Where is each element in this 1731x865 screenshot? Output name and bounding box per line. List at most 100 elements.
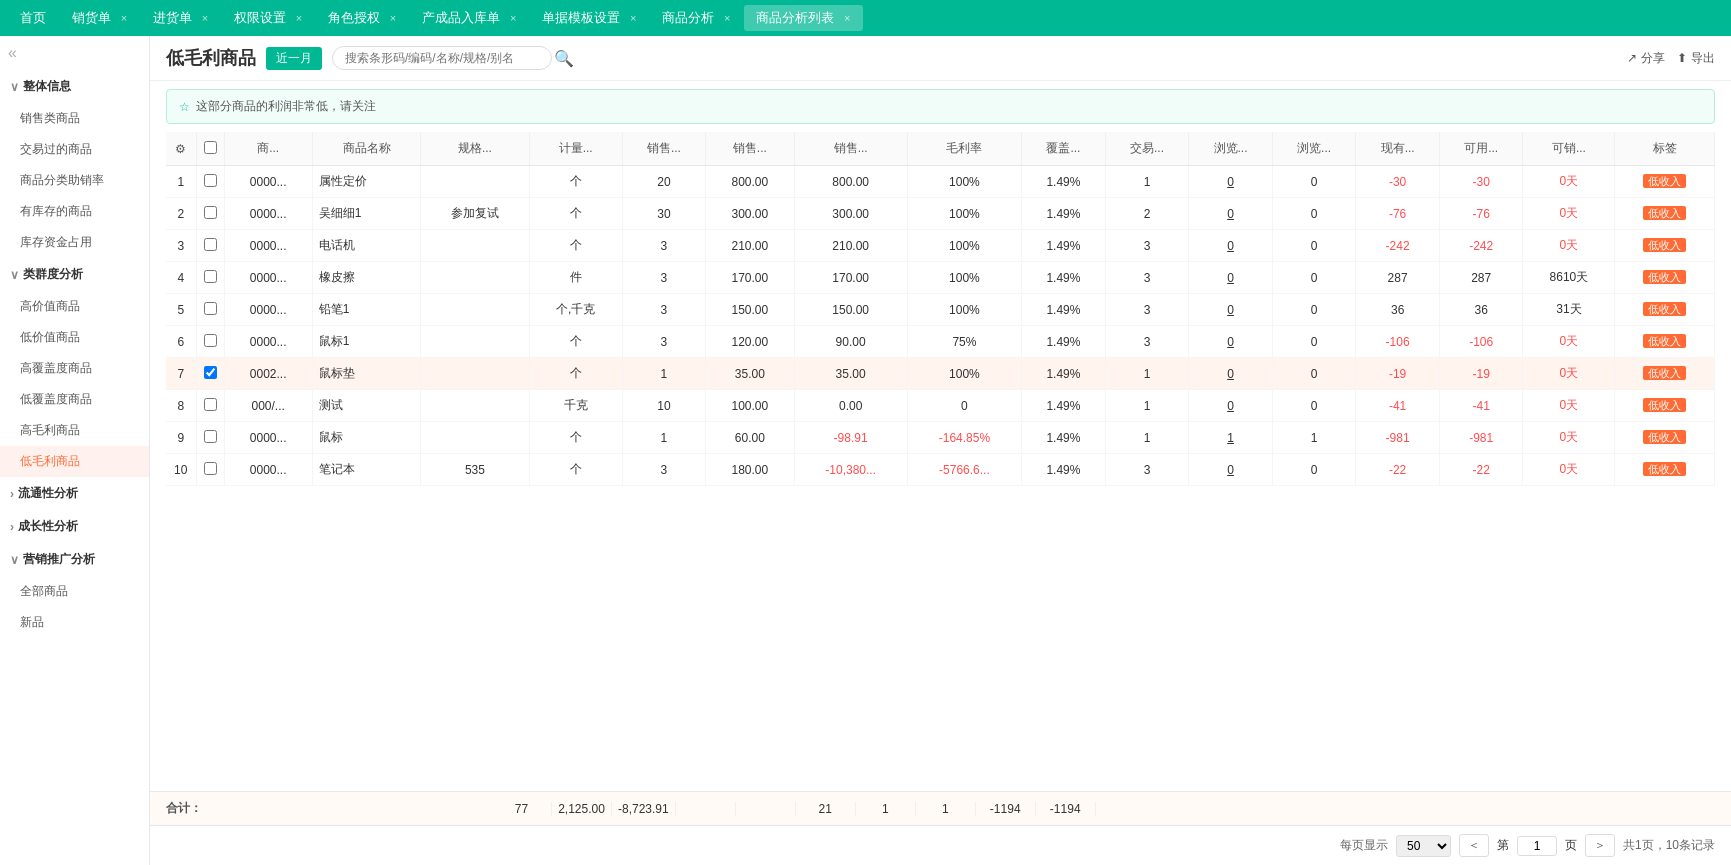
row-checkbox[interactable]	[204, 206, 217, 219]
nav-home[interactable]: 首页	[8, 5, 58, 31]
collapse-sidebar-button[interactable]: «	[0, 36, 25, 70]
sidebar-item-capital[interactable]: 库存资金占用	[0, 227, 149, 258]
per-page-select[interactable]: 50 20 100	[1396, 835, 1451, 857]
nav-template[interactable]: 单据模板设置 ×	[530, 5, 648, 31]
col-header-code[interactable]: 商...	[224, 132, 312, 166]
row-checkbox[interactable]	[204, 398, 217, 411]
sidebar-item-sales-goods[interactable]: 销售类商品	[0, 103, 149, 134]
col-header-available[interactable]: 可用...	[1439, 132, 1523, 166]
row-name[interactable]: 吴细细1	[312, 198, 420, 230]
settings-column-header[interactable]: ⚙	[166, 132, 196, 166]
sidebar-group-overall[interactable]: ∨ 整体信息	[0, 70, 149, 103]
row-checkbox-cell[interactable]	[196, 294, 224, 326]
share-button[interactable]: ↗ 分享	[1627, 50, 1665, 67]
sidebar-item-traded-goods[interactable]: 交易过的商品	[0, 134, 149, 165]
sidebar-item-low-margin[interactable]: 低毛利商品	[0, 446, 149, 477]
sidebar-group-marketing[interactable]: ∨ 营销推广分析	[0, 543, 149, 576]
row-checkbox-cell[interactable]	[196, 166, 224, 198]
row-view1[interactable]: 0	[1189, 454, 1273, 486]
row-checkbox[interactable]	[204, 174, 217, 187]
col-header-sales-price[interactable]: 销售...	[706, 132, 794, 166]
row-view1[interactable]: 0	[1189, 166, 1273, 198]
close-role-tab[interactable]: ×	[390, 12, 396, 24]
row-checkbox-cell[interactable]	[196, 390, 224, 422]
row-checkbox[interactable]	[204, 366, 217, 379]
select-all-checkbox[interactable]	[204, 141, 217, 154]
sidebar-item-high-value[interactable]: 高价值商品	[0, 291, 149, 322]
row-name[interactable]: 电话机	[312, 230, 420, 262]
col-header-sales-amount[interactable]: 销售...	[794, 132, 907, 166]
col-header-sales-qty[interactable]: 销售...	[622, 132, 706, 166]
row-view1[interactable]: 0	[1189, 358, 1273, 390]
row-checkbox[interactable]	[204, 430, 217, 443]
nav-role-auth[interactable]: 角色授权 ×	[316, 5, 408, 31]
row-checkbox-cell[interactable]	[196, 262, 224, 294]
col-header-gross-margin[interactable]: 毛利率	[907, 132, 1021, 166]
row-name[interactable]: 鼠标垫	[312, 358, 420, 390]
sidebar-item-low-value[interactable]: 低价值商品	[0, 322, 149, 353]
row-name[interactable]: 测试	[312, 390, 420, 422]
row-view1[interactable]: 0	[1189, 390, 1273, 422]
row-view1[interactable]: 1	[1189, 422, 1273, 454]
checkbox-column-header[interactable]	[196, 132, 224, 166]
sidebar-group-liquidity[interactable]: › 流通性分析	[0, 477, 149, 510]
row-checkbox[interactable]	[204, 238, 217, 251]
col-header-current-stock[interactable]: 现有...	[1356, 132, 1440, 166]
sidebar-item-in-stock[interactable]: 有库存的商品	[0, 196, 149, 227]
col-header-spec[interactable]: 规格...	[421, 132, 529, 166]
sidebar-item-new-goods[interactable]: 新品	[0, 607, 149, 638]
nav-permissions[interactable]: 权限设置 ×	[222, 5, 314, 31]
close-analysis-list-tab[interactable]: ×	[844, 12, 850, 24]
nav-goods-analysis-list[interactable]: 商品分析列表 ×	[744, 5, 862, 31]
col-header-view2[interactable]: 浏览...	[1272, 132, 1356, 166]
row-checkbox[interactable]	[204, 334, 217, 347]
prev-page-button[interactable]: ＜	[1459, 834, 1489, 857]
col-header-name[interactable]: 商品名称	[312, 132, 420, 166]
row-name[interactable]: 笔记本	[312, 454, 420, 486]
export-button[interactable]: ⬆ 导出	[1677, 50, 1715, 67]
row-view1[interactable]: 0	[1189, 294, 1273, 326]
row-name[interactable]: 铅笔1	[312, 294, 420, 326]
col-header-tag[interactable]: 标签	[1615, 132, 1715, 166]
sidebar-item-high-margin[interactable]: 高毛利商品	[0, 415, 149, 446]
row-view1[interactable]: 0	[1189, 326, 1273, 358]
nav-purchase[interactable]: 进货单 ×	[141, 5, 220, 31]
close-template-tab[interactable]: ×	[630, 12, 636, 24]
nav-sales[interactable]: 销货单 ×	[60, 5, 139, 31]
close-purchase-tab[interactable]: ×	[202, 12, 208, 24]
nav-goods-analysis[interactable]: 商品分析 ×	[650, 5, 742, 31]
col-header-unit[interactable]: 计量...	[529, 132, 622, 166]
sidebar-item-high-coverage[interactable]: 高覆盖度商品	[0, 353, 149, 384]
row-checkbox-cell[interactable]	[196, 454, 224, 486]
page-number-input[interactable]	[1517, 836, 1557, 856]
col-header-sellable[interactable]: 可销...	[1523, 132, 1615, 166]
sidebar-group-growth[interactable]: › 成长性分析	[0, 510, 149, 543]
row-view1[interactable]: 0	[1189, 230, 1273, 262]
sidebar-group-cluster[interactable]: ∨ 类群度分析	[0, 258, 149, 291]
row-checkbox[interactable]	[204, 270, 217, 283]
sidebar-item-low-coverage[interactable]: 低覆盖度商品	[0, 384, 149, 415]
row-name[interactable]: 鼠标	[312, 422, 420, 454]
row-checkbox-cell[interactable]	[196, 198, 224, 230]
sidebar-item-all-goods[interactable]: 全部商品	[0, 576, 149, 607]
row-name[interactable]: 鼠标1	[312, 326, 420, 358]
row-checkbox-cell[interactable]	[196, 326, 224, 358]
row-name[interactable]: 属性定价	[312, 166, 420, 198]
close-product-tab[interactable]: ×	[510, 12, 516, 24]
row-view1[interactable]: 0	[1189, 262, 1273, 294]
close-sales-tab[interactable]: ×	[121, 12, 127, 24]
close-permissions-tab[interactable]: ×	[296, 12, 302, 24]
sidebar-item-category-rate[interactable]: 商品分类助销率	[0, 165, 149, 196]
col-header-trade[interactable]: 交易...	[1105, 132, 1189, 166]
close-analysis-tab[interactable]: ×	[724, 12, 730, 24]
row-checkbox[interactable]	[204, 302, 217, 315]
search-input[interactable]	[332, 46, 552, 70]
col-header-coverage[interactable]: 覆盖...	[1022, 132, 1106, 166]
row-checkbox[interactable]	[204, 462, 217, 475]
search-button[interactable]: 🔍	[554, 49, 574, 68]
col-header-view1[interactable]: 浏览...	[1189, 132, 1273, 166]
row-checkbox-cell[interactable]	[196, 230, 224, 262]
row-name[interactable]: 橡皮擦	[312, 262, 420, 294]
row-checkbox-cell[interactable]	[196, 422, 224, 454]
row-view1[interactable]: 0	[1189, 198, 1273, 230]
